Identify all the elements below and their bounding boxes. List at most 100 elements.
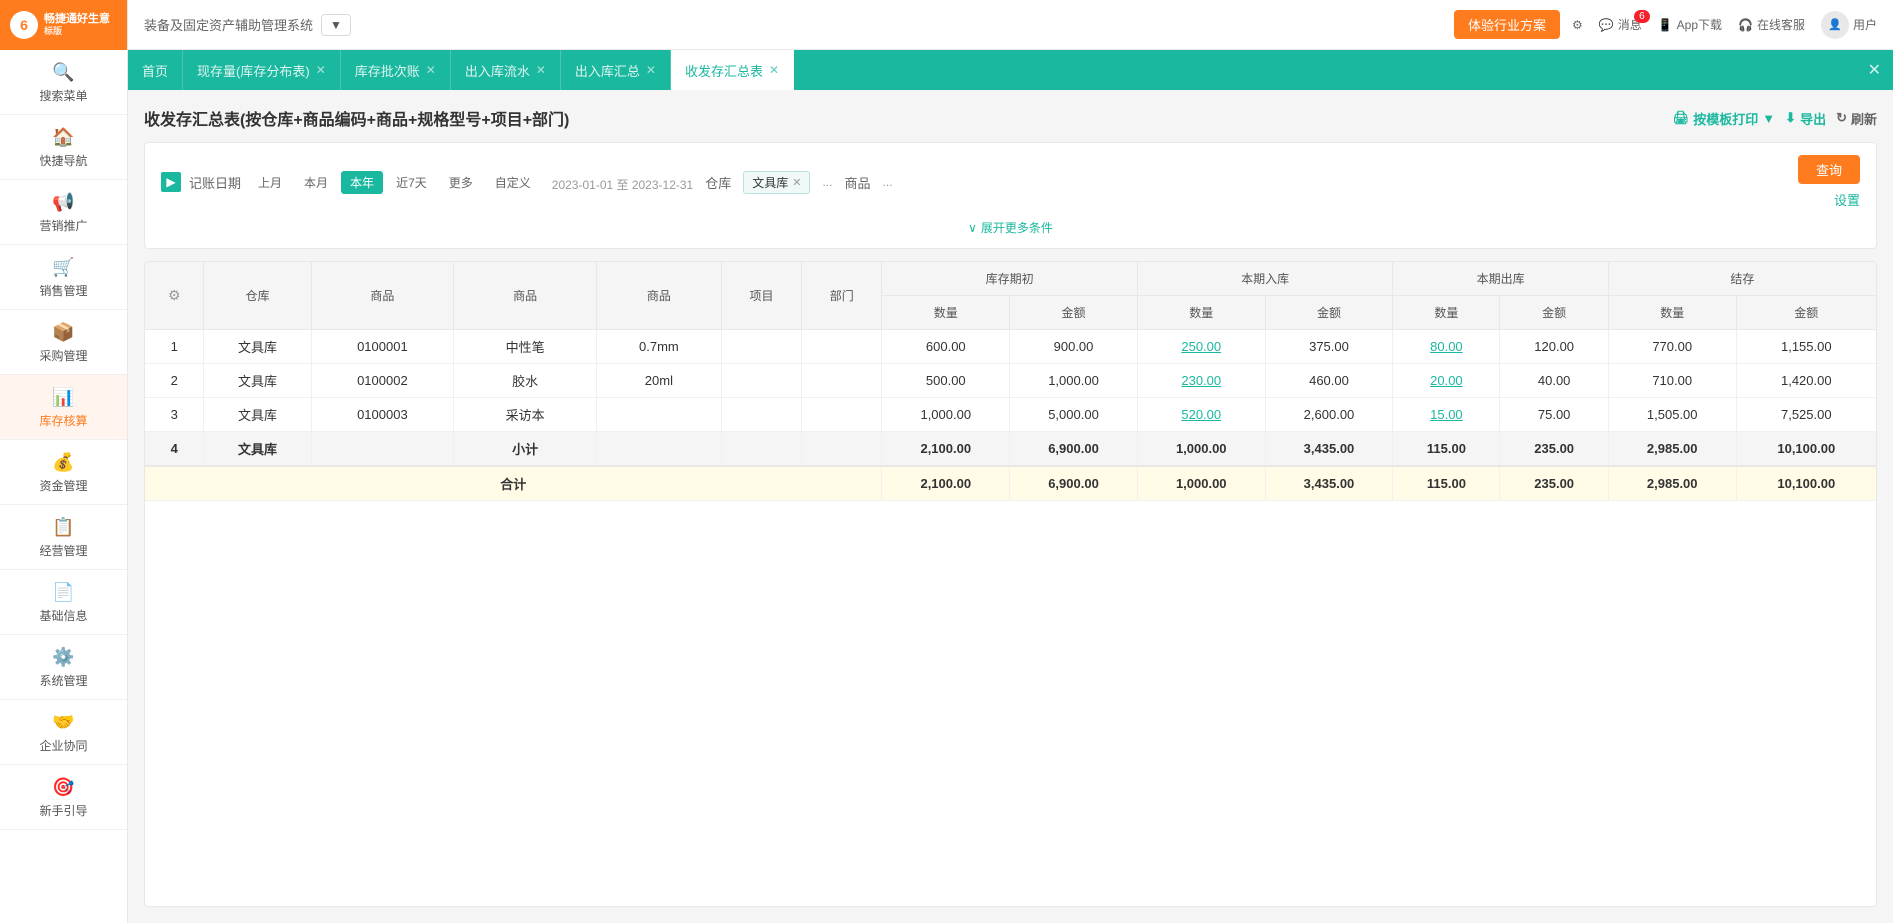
close-all-tabs[interactable]: ✕ [1856, 50, 1893, 90]
cell-in-amt: 375.00 [1265, 330, 1393, 364]
page-header: 收发存汇总表(按仓库+商品编码+商品+规格型号+项目+部门) 🖨 按模板打印 ▼… [144, 106, 1877, 130]
warehouse-tag[interactable]: 文具库 ✕ [743, 171, 810, 194]
user-action[interactable]: 👤 用户 [1821, 11, 1877, 39]
app-download-action[interactable]: 📱 App下载 [1658, 16, 1722, 33]
cell-opening-amt: 900.00 [1010, 330, 1138, 364]
cell-in-qty[interactable]: 520.00 [1137, 398, 1265, 432]
sidebar-item-guide[interactable]: 🎯新手引导 [0, 765, 127, 830]
sidebar-item-operations[interactable]: 📋经营管理 [0, 505, 127, 570]
sidebar-item-inventory[interactable]: 📊库存核算 [0, 375, 127, 440]
filter-row-1: ▶ 记账日期 上月本月本年近7天更多自定义 2023-01-01 至 2023-… [161, 155, 1860, 209]
sidebar-item-quick-nav[interactable]: 🏠快捷导航 [0, 115, 127, 180]
tab-batch-account[interactable]: 库存批次账✕ [341, 50, 451, 90]
cell-product-code: 0100001 [311, 330, 454, 364]
table-footer: 合计 2,100.00 6,900.00 1,000.00 3,435.00 1… [145, 466, 1876, 501]
settings-action[interactable]: ⚙ [1572, 18, 1583, 32]
message-icon: 💬 [1599, 18, 1614, 32]
sidebar-item-purchase[interactable]: 📦采购管理 [0, 310, 127, 375]
footer-balance-amt: 10,100.00 [1736, 466, 1876, 501]
cell-in-amt: 3,435.00 [1265, 432, 1393, 467]
refresh-icon: ↻ [1836, 110, 1847, 126]
logo-icon: 6 [10, 11, 38, 39]
filter-panel: ▶ 记账日期 上月本月本年近7天更多自定义 2023-01-01 至 2023-… [144, 142, 1877, 249]
filter-toggle[interactable]: ▶ [161, 172, 181, 192]
purchase-icon: 📦 [52, 322, 74, 343]
finance-icon: 💰 [52, 452, 74, 473]
sidebar-item-system[interactable]: ⚙️系统管理 [0, 635, 127, 700]
refresh-button[interactable]: ↻ 刷新 [1836, 109, 1877, 128]
date-btn-近7天[interactable]: 近7天 [387, 171, 436, 194]
tab-close-in-out-summary[interactable]: ✕ [646, 63, 656, 77]
date-btn-自定义[interactable]: 自定义 [486, 171, 540, 194]
tab-close-receive-summary[interactable]: ✕ [769, 63, 779, 77]
sidebar-item-search[interactable]: 🔍搜索菜单 [0, 50, 127, 115]
tab-close-in-out-flow[interactable]: ✕ [536, 63, 546, 77]
cell-balance-qty: 710.00 [1608, 364, 1736, 398]
operations-icon: 📋 [52, 517, 74, 538]
headset-icon: 🎧 [1738, 18, 1753, 32]
tab-receive-summary[interactable]: 收发存汇总表✕ [671, 50, 794, 90]
topbar-actions: ⚙ 💬 消息 6 📱 App下载 🎧 在线客服 👤 用户 [1572, 11, 1877, 39]
tab-in-out-flow[interactable]: 出入库流水✕ [451, 50, 561, 90]
date-btn-本年[interactable]: 本年 [341, 171, 383, 194]
cell-out-amt: 40.00 [1500, 364, 1608, 398]
remove-warehouse-tag[interactable]: ✕ [792, 176, 801, 189]
table-row: 2 文具库 0100002 胶水 20ml 500.00 1,000.00 23… [145, 364, 1876, 398]
cell-warehouse: 文具库 [204, 398, 311, 432]
online-service-action[interactable]: 🎧 在线客服 [1738, 16, 1805, 33]
cell-out-qty[interactable]: 20.00 [1393, 364, 1500, 398]
query-button[interactable]: 查询 [1798, 155, 1860, 184]
filter-setting[interactable]: 设置 [1834, 190, 1860, 209]
date-btn-上月[interactable]: 上月 [249, 171, 291, 194]
th-project: 项目 [721, 262, 801, 330]
sidebar-logo: 6 畅捷通好生意 标版 [0, 0, 127, 50]
sidebar-item-sales[interactable]: 🛒销售管理 [0, 245, 127, 310]
main-area: 装备及固定资产辅助管理系统 ▼ 体验行业方案 ⚙ 💬 消息 6 📱 App下载 … [128, 0, 1893, 923]
cell-balance-qty: 1,505.00 [1608, 398, 1736, 432]
print-button[interactable]: 🖨 按模板打印 ▼ [1673, 109, 1775, 128]
product-more[interactable]: ... [883, 175, 893, 189]
th-out-qty: 数量 [1393, 296, 1500, 330]
tab-inventory-dist[interactable]: 现存量(库存分布表)✕ [183, 50, 341, 90]
warehouse-more[interactable]: ... [822, 175, 832, 189]
sidebar-item-base-info[interactable]: 📄基础信息 [0, 570, 127, 635]
cell-balance-qty: 2,985.00 [1608, 432, 1736, 467]
system-selector[interactable]: ▼ [321, 14, 351, 36]
expand-button[interactable]: ∨ 展开更多条件 [968, 219, 1053, 236]
cell-warehouse: 文具库 [204, 364, 311, 398]
cell-project [721, 432, 801, 467]
cell-in-qty[interactable]: 250.00 [1137, 330, 1265, 364]
table-row: 4 文具库 小计 2,100.00 6,900.00 1,000.00 3,43… [145, 432, 1876, 467]
sidebar-item-marketing[interactable]: 📢营销推广 [0, 180, 127, 245]
table-row: 1 文具库 0100001 中性笔 0.7mm 600.00 900.00 25… [145, 330, 1876, 364]
sidebar: 6 畅捷通好生意 标版 🔍搜索菜单🏠快捷导航📢营销推广🛒销售管理📦采购管理📊库存… [0, 0, 128, 923]
settings-icon: ⚙ [1572, 18, 1583, 32]
sidebar-item-finance[interactable]: 💰资金管理 [0, 440, 127, 505]
column-settings-icon[interactable]: ⚙ [168, 287, 181, 303]
cell-product-code: 0100002 [311, 364, 454, 398]
tab-close-inventory-dist[interactable]: ✕ [316, 63, 326, 77]
export-button[interactable]: ⬇ 导出 [1785, 109, 1826, 128]
search-icon: 🔍 [52, 62, 74, 83]
page-title: 收发存汇总表(按仓库+商品编码+商品+规格型号+项目+部门) [144, 106, 569, 130]
cell-department [802, 398, 882, 432]
experience-button[interactable]: 体验行业方案 [1454, 10, 1560, 39]
cell-in-qty[interactable]: 230.00 [1137, 364, 1265, 398]
sidebar-item-corp[interactable]: 🤝企业协同 [0, 700, 127, 765]
expand-icon: ∨ [968, 221, 977, 235]
guide-icon: 🎯 [52, 777, 74, 798]
cell-out-qty[interactable]: 80.00 [1393, 330, 1500, 364]
tab-close-batch-account[interactable]: ✕ [426, 63, 436, 77]
warehouse-label: 仓库 [705, 173, 731, 192]
cell-product-spec: 0.7mm [596, 330, 721, 364]
footer-balance-qty: 2,985.00 [1608, 466, 1736, 501]
date-btn-本月[interactable]: 本月 [295, 171, 337, 194]
message-action[interactable]: 💬 消息 6 [1599, 16, 1642, 33]
th-settings[interactable]: ⚙ [145, 262, 204, 330]
footer-row: 合计 2,100.00 6,900.00 1,000.00 3,435.00 1… [145, 466, 1876, 501]
date-btn-更多[interactable]: 更多 [440, 171, 482, 194]
inventory-icon: 📊 [52, 387, 74, 408]
tab-home[interactable]: 首页 [128, 50, 183, 90]
cell-out-qty[interactable]: 15.00 [1393, 398, 1500, 432]
tab-in-out-summary[interactable]: 出入库汇总✕ [561, 50, 671, 90]
